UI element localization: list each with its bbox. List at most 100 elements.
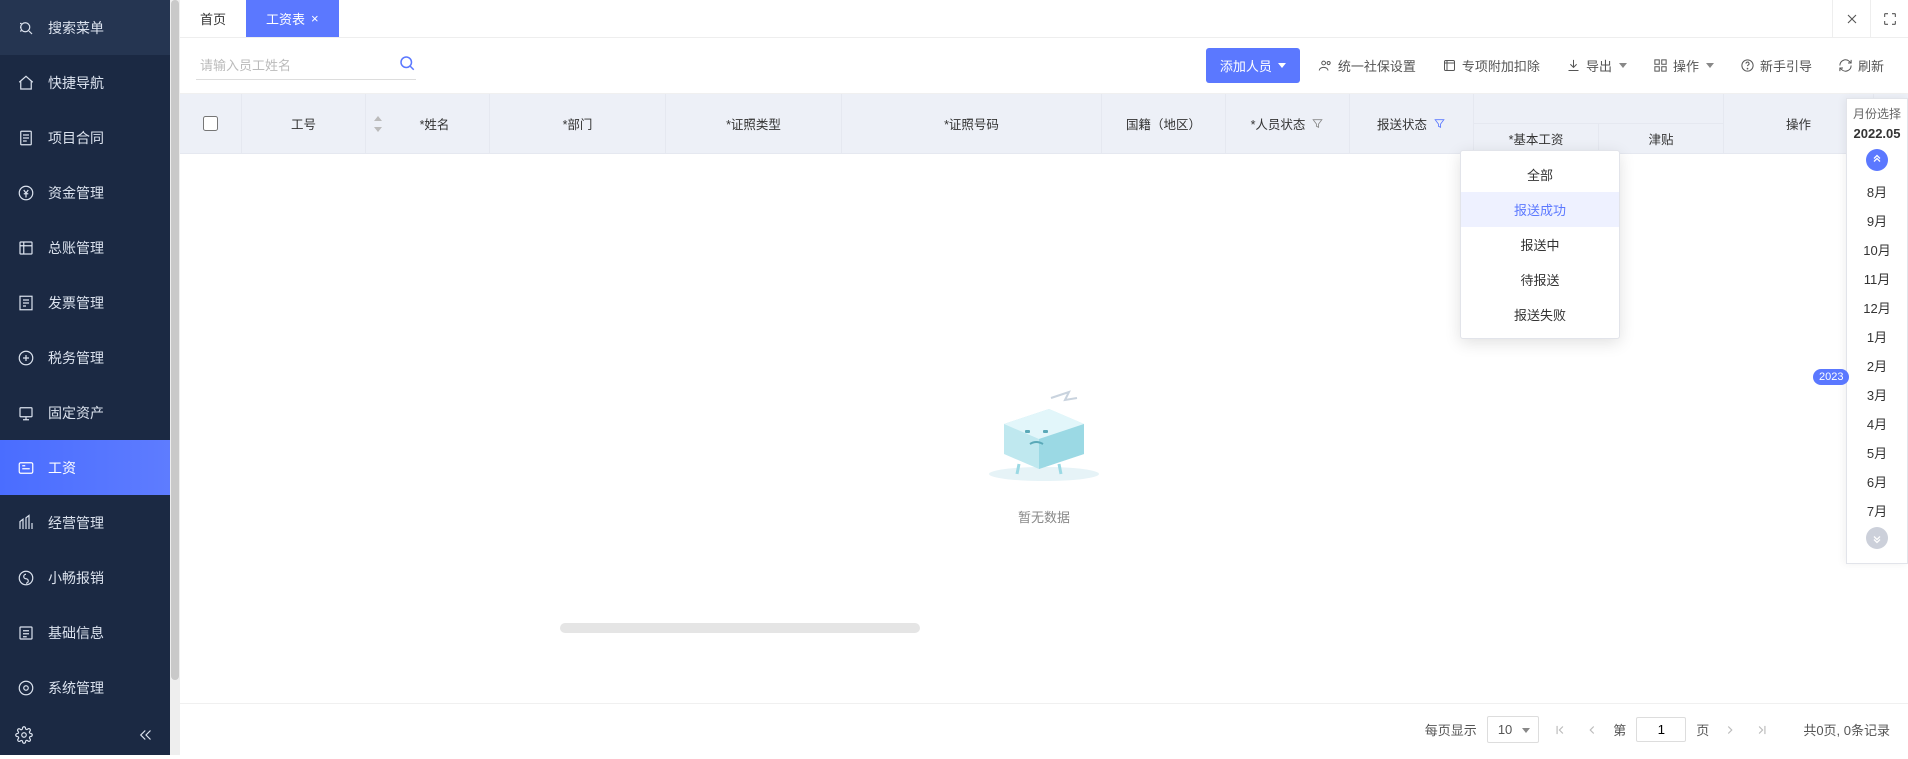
month-picker-title: 月份选择 xyxy=(1847,103,1907,124)
toolbar: 添加人员 统一社保设置 专项附加扣除 导出 操作 新手引导 刷新 xyxy=(180,38,1908,94)
month-item[interactable]: 11月 xyxy=(1847,264,1907,293)
home-icon xyxy=(16,73,36,93)
biz-icon xyxy=(16,513,36,533)
doc-icon xyxy=(16,128,36,148)
sidebar-scrollbar[interactable] xyxy=(170,0,180,755)
horizontal-scrollbar[interactable] xyxy=(560,623,920,633)
money-icon xyxy=(16,183,36,203)
col-nation[interactable]: 国籍（地区） xyxy=(1102,94,1226,154)
tab-salary-sheet[interactable]: 工资表 × xyxy=(246,0,339,37)
operation-button[interactable]: 操作 xyxy=(1645,56,1722,75)
filter-dropdown: 全部报送成功报送中待报送报送失败 xyxy=(1460,150,1620,339)
page-size-select[interactable]: 10 xyxy=(1487,716,1539,743)
col-idno[interactable]: *证照号码 xyxy=(842,94,1102,154)
settings-icon[interactable] xyxy=(12,723,36,747)
tax-icon xyxy=(16,348,36,368)
year-badge: 2023 xyxy=(1813,369,1849,385)
filter-icon[interactable] xyxy=(1433,117,1446,130)
sidebar-item-label: 快捷导航 xyxy=(48,73,104,93)
chevron-down-icon xyxy=(1278,63,1286,68)
month-item[interactable]: 7月 xyxy=(1847,496,1907,525)
chevron-down-icon xyxy=(1619,63,1627,68)
fullscreen-button[interactable] xyxy=(1870,0,1908,37)
month-item[interactable]: 9月 xyxy=(1847,206,1907,235)
sidebar-item-4[interactable]: 总账管理 xyxy=(0,220,170,275)
scroll-down-icon[interactable] xyxy=(1866,527,1888,549)
sidebar-item-label: 系统管理 xyxy=(48,678,104,698)
page-summary: 共0页, 0条记录 xyxy=(1803,720,1890,739)
sidebar-item-label: 税务管理 xyxy=(48,348,104,368)
guide-button[interactable]: 新手引导 xyxy=(1732,56,1820,75)
export-button[interactable]: 导出 xyxy=(1558,56,1635,75)
sidebar-item-label: 经营管理 xyxy=(48,513,104,533)
prev-page-button[interactable] xyxy=(1581,719,1603,741)
search-input[interactable] xyxy=(196,52,416,80)
system-icon xyxy=(16,678,36,698)
sidebar-item-5[interactable]: 发票管理 xyxy=(0,275,170,330)
month-item[interactable]: 10月 xyxy=(1847,235,1907,264)
page-input[interactable] xyxy=(1636,717,1686,742)
sidebar-item-6[interactable]: 税务管理 xyxy=(0,330,170,385)
sidebar-item-10[interactable]: 小畅报销 xyxy=(0,550,170,605)
sidebar-item-12[interactable]: 系统管理 xyxy=(0,660,170,715)
sidebar-item-7[interactable]: 固定资产 xyxy=(0,385,170,440)
month-picker-current: 2022.05 xyxy=(1847,124,1907,147)
filter-option[interactable]: 报送失败 xyxy=(1461,297,1619,332)
filter-icon[interactable] xyxy=(1311,117,1324,130)
month-item[interactable]: 3月 xyxy=(1847,380,1907,409)
month-item[interactable]: 12月 xyxy=(1847,293,1907,322)
shebao-settings-button[interactable]: 统一社保设置 xyxy=(1310,56,1424,75)
first-page-button[interactable] xyxy=(1549,719,1571,741)
sidebar-item-2[interactable]: 项目合同 xyxy=(0,110,170,165)
empty-text: 暂无数据 xyxy=(969,507,1119,526)
refresh-button[interactable]: 刷新 xyxy=(1830,56,1892,75)
filter-option[interactable]: 待报送 xyxy=(1461,262,1619,297)
col-name[interactable]: *姓名 xyxy=(366,94,490,154)
empty-icon xyxy=(969,374,1119,484)
col-dept[interactable]: *部门 xyxy=(490,94,666,154)
sidebar-item-9[interactable]: 经营管理 xyxy=(0,495,170,550)
info-icon xyxy=(16,623,36,643)
add-employee-button[interactable]: 添加人员 xyxy=(1206,48,1300,83)
month-item[interactable]: 8月 xyxy=(1847,177,1907,206)
collapse-sidebar-icon[interactable] xyxy=(134,723,158,747)
month-item[interactable]: 4月 xyxy=(1847,409,1907,438)
sidebar-item-3[interactable]: 资金管理 xyxy=(0,165,170,220)
filter-option[interactable]: 报送成功 xyxy=(1461,192,1619,227)
search-icon xyxy=(16,18,36,38)
sidebar-item-label: 小畅报销 xyxy=(48,568,104,588)
special-deduction-button[interactable]: 专项附加扣除 xyxy=(1434,56,1548,75)
sidebar-item-label: 资金管理 xyxy=(48,183,104,203)
search-icon[interactable] xyxy=(398,54,416,75)
col-personstatus[interactable]: *人员状态 xyxy=(1226,94,1350,154)
pagination: 每页显示 10 第 页 共0页, 0条记录 xyxy=(180,703,1908,755)
chevron-down-icon xyxy=(1706,63,1714,68)
tab-bar: 首页 工资表 × xyxy=(180,0,1908,38)
month-item[interactable]: 5月 xyxy=(1847,438,1907,467)
month-item[interactable]: 2月 xyxy=(1847,351,1907,380)
filter-option[interactable]: 报送中 xyxy=(1461,227,1619,262)
col-sendstatus[interactable]: 报送状态 xyxy=(1350,94,1474,154)
month-item[interactable]: 6月 xyxy=(1847,467,1907,496)
sidebar: 搜索菜单快捷导航项目合同资金管理总账管理发票管理税务管理固定资产工资经营管理小畅… xyxy=(0,0,170,755)
month-item[interactable]: 1月 xyxy=(1847,322,1907,351)
asset-icon xyxy=(16,403,36,423)
scroll-up-icon[interactable] xyxy=(1866,149,1888,171)
sidebar-item-label: 基础信息 xyxy=(48,623,104,643)
tab-home[interactable]: 首页 xyxy=(180,0,246,37)
sidebar-item-1[interactable]: 快捷导航 xyxy=(0,55,170,110)
next-page-button[interactable] xyxy=(1719,719,1741,741)
sidebar-item-8[interactable]: 工资 xyxy=(0,440,170,495)
reimburse-icon xyxy=(16,568,36,588)
filter-option[interactable]: 全部 xyxy=(1461,157,1619,192)
sidebar-item-11[interactable]: 基础信息 xyxy=(0,605,170,660)
col-gonghao[interactable]: 工号 xyxy=(242,94,366,154)
sidebar-item-0[interactable]: 搜索菜单 xyxy=(0,0,170,55)
close-icon[interactable]: × xyxy=(311,11,319,26)
last-page-button[interactable] xyxy=(1751,719,1773,741)
select-all-checkbox[interactable] xyxy=(180,94,242,154)
table: 工号 *姓名 *部门 *证照类型 *证照号码 国籍（地区） *人员状态 报送状态… xyxy=(180,94,1908,703)
close-all-tabs-button[interactable] xyxy=(1832,0,1870,37)
month-picker: 月份选择 2022.05 8月9月10月11月12月1月2月3月4月5月6月7月… xyxy=(1846,98,1908,564)
col-idtype[interactable]: *证照类型 xyxy=(666,94,842,154)
